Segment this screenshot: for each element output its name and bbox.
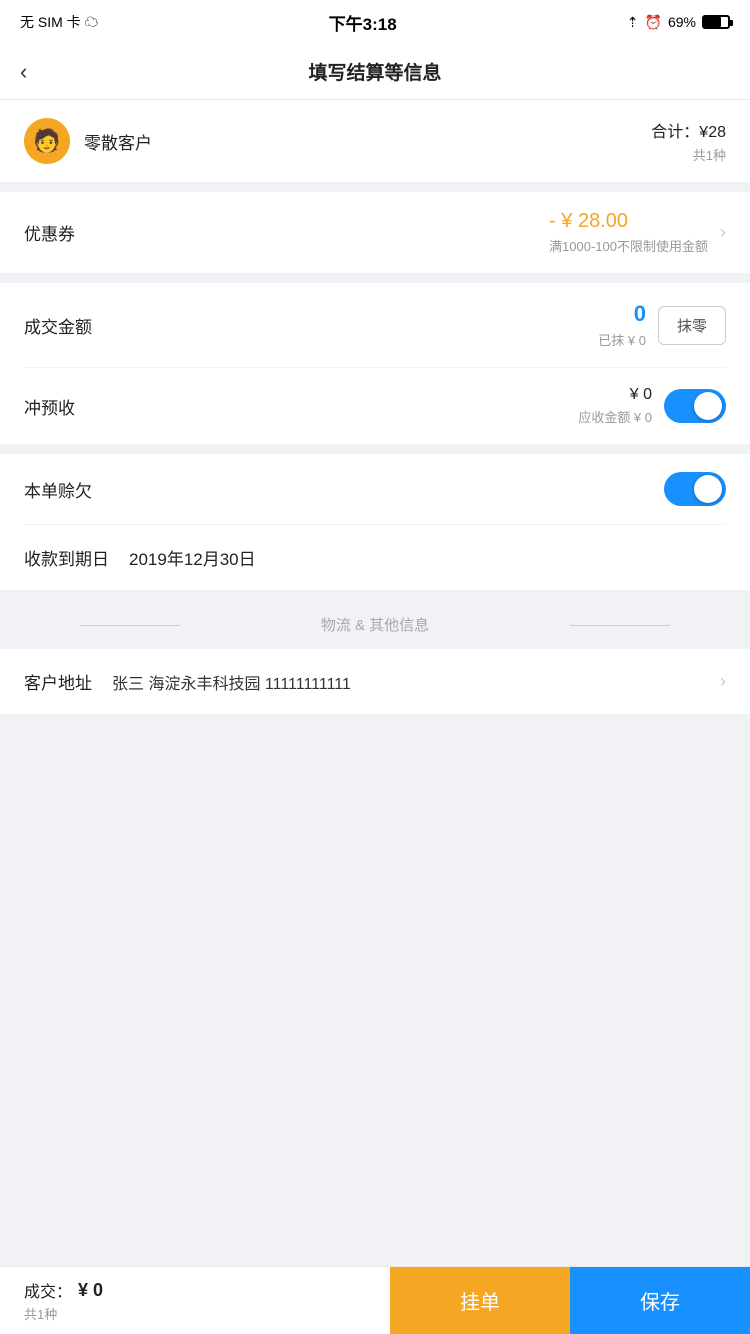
debt-right — [664, 472, 726, 506]
save-button[interactable]: 保存 — [570, 1267, 750, 1334]
address-label: 客户地址 — [24, 669, 92, 694]
coupon-discount: - ¥ 28.00 — [549, 210, 708, 233]
transaction-row: 成交金额 已抹 ¥ 0 抹零 — [0, 283, 750, 367]
customer-card: 🧑 零散客户 合计：¥28 共1种 — [0, 100, 750, 182]
location-icon: ⇡ — [627, 14, 639, 31]
battery-text: 69% — [668, 14, 696, 30]
coupon-row[interactable]: 优惠券 - ¥ 28.00 满1000-100不限制使用金额 › — [0, 192, 750, 273]
status-time: 下午3:18 — [329, 10, 397, 35]
due-date-label: 收款到期日 — [24, 545, 109, 570]
debt-toggle[interactable] — [664, 472, 726, 506]
debt-row: 本单赊欠 — [0, 454, 750, 524]
logistics-section-header: 物流 & 其他信息 — [0, 600, 750, 649]
bottom-deal-label: 成交： — [24, 1278, 72, 1302]
hang-button[interactable]: 挂单 — [390, 1267, 570, 1334]
prepayment-right: ¥ 0 应收金额 ¥ 0 — [578, 386, 726, 426]
status-left: 无 SIM 卡 ☁ — [20, 12, 99, 32]
bottom-deal-amount: ¥ 0 — [78, 1280, 103, 1301]
status-bar: 无 SIM 卡 ☁ 下午3:18 ⇡ ⏰ 69% — [0, 0, 750, 44]
logistics-header-text: 物流 & 其他信息 — [321, 617, 429, 634]
prepayment-label: 冲预收 — [24, 394, 75, 419]
bottom-bar: 成交： ¥ 0 共1种 挂单 保存 — [0, 1266, 750, 1334]
page-title: 填写结算等信息 — [308, 58, 441, 85]
transaction-input[interactable] — [566, 301, 646, 327]
address-value: 张三 海淀永丰科技园 11111111111 — [112, 670, 700, 694]
transaction-card: 成交金额 已抹 ¥ 0 抹零 冲预收 ¥ 0 应收金额 ¥ 0 — [0, 283, 750, 444]
customer-right: 合计：¥28 共1种 — [651, 118, 726, 164]
toggle-knob — [694, 392, 722, 420]
avatar: 🧑 — [24, 118, 70, 164]
avatar-icon: 🧑 — [33, 128, 60, 154]
debt-card: 本单赊欠 收款到期日 2019年12月30日 — [0, 454, 750, 590]
due-date-value: 2019年12月30日 — [129, 545, 256, 570]
main-content: 🧑 零散客户 合计：¥28 共1种 优惠券 - ¥ 28.00 满1000-10… — [0, 100, 750, 804]
coupon-label: 优惠券 — [24, 220, 75, 245]
coupon-right: - ¥ 28.00 满1000-100不限制使用金额 › — [549, 210, 726, 255]
customer-left: 🧑 零散客户 — [24, 118, 152, 164]
bottom-count: 共1种 — [24, 1304, 366, 1323]
nav-bar: ‹ 填写结算等信息 — [0, 44, 750, 100]
transaction-right: 已抹 ¥ 0 抹零 — [566, 301, 726, 349]
signal-text: 无 SIM 卡 ☁ — [20, 12, 99, 32]
transaction-sub: 已抹 ¥ 0 — [566, 330, 646, 349]
save-label: 保存 — [640, 1286, 680, 1315]
total-count: 共1种 — [651, 145, 726, 164]
address-row[interactable]: 客户地址 张三 海淀永丰科技园 11111111111 › — [0, 649, 750, 714]
round-button[interactable]: 抹零 — [658, 306, 726, 345]
address-card[interactable]: 客户地址 张三 海淀永丰科技园 11111111111 › — [0, 649, 750, 714]
transaction-label: 成交金额 — [24, 313, 92, 338]
bottom-info: 成交： ¥ 0 共1种 — [0, 1278, 390, 1323]
customer-name: 零散客户 — [84, 129, 152, 154]
debt-toggle-knob — [694, 475, 722, 503]
prepayment-toggle[interactable] — [664, 389, 726, 423]
total-amount: 合计：¥28 — [651, 118, 726, 142]
due-date-row: 收款到期日 2019年12月30日 — [0, 525, 750, 590]
status-right: ⇡ ⏰ 69% — [627, 14, 730, 31]
prepayment-row: 冲预收 ¥ 0 应收金额 ¥ 0 — [0, 368, 750, 444]
bottom-deal: 成交： ¥ 0 — [24, 1278, 366, 1302]
customer-row: 🧑 零散客户 合计：¥28 共1种 — [0, 100, 750, 182]
back-button[interactable]: ‹ — [20, 59, 27, 85]
coupon-chevron-icon: › — [720, 222, 726, 243]
address-chevron-icon: › — [720, 671, 726, 692]
prepayment-sub: 应收金额 ¥ 0 — [578, 407, 652, 426]
alarm-icon: ⏰ — [645, 14, 662, 31]
coupon-card[interactable]: 优惠券 - ¥ 28.00 满1000-100不限制使用金额 › — [0, 192, 750, 273]
debt-label: 本单赊欠 — [24, 477, 92, 502]
prepayment-value: ¥ 0 — [578, 386, 652, 404]
battery-icon — [702, 15, 730, 29]
hang-label: 挂单 — [460, 1286, 500, 1315]
coupon-desc: 满1000-100不限制使用金额 — [549, 236, 708, 255]
